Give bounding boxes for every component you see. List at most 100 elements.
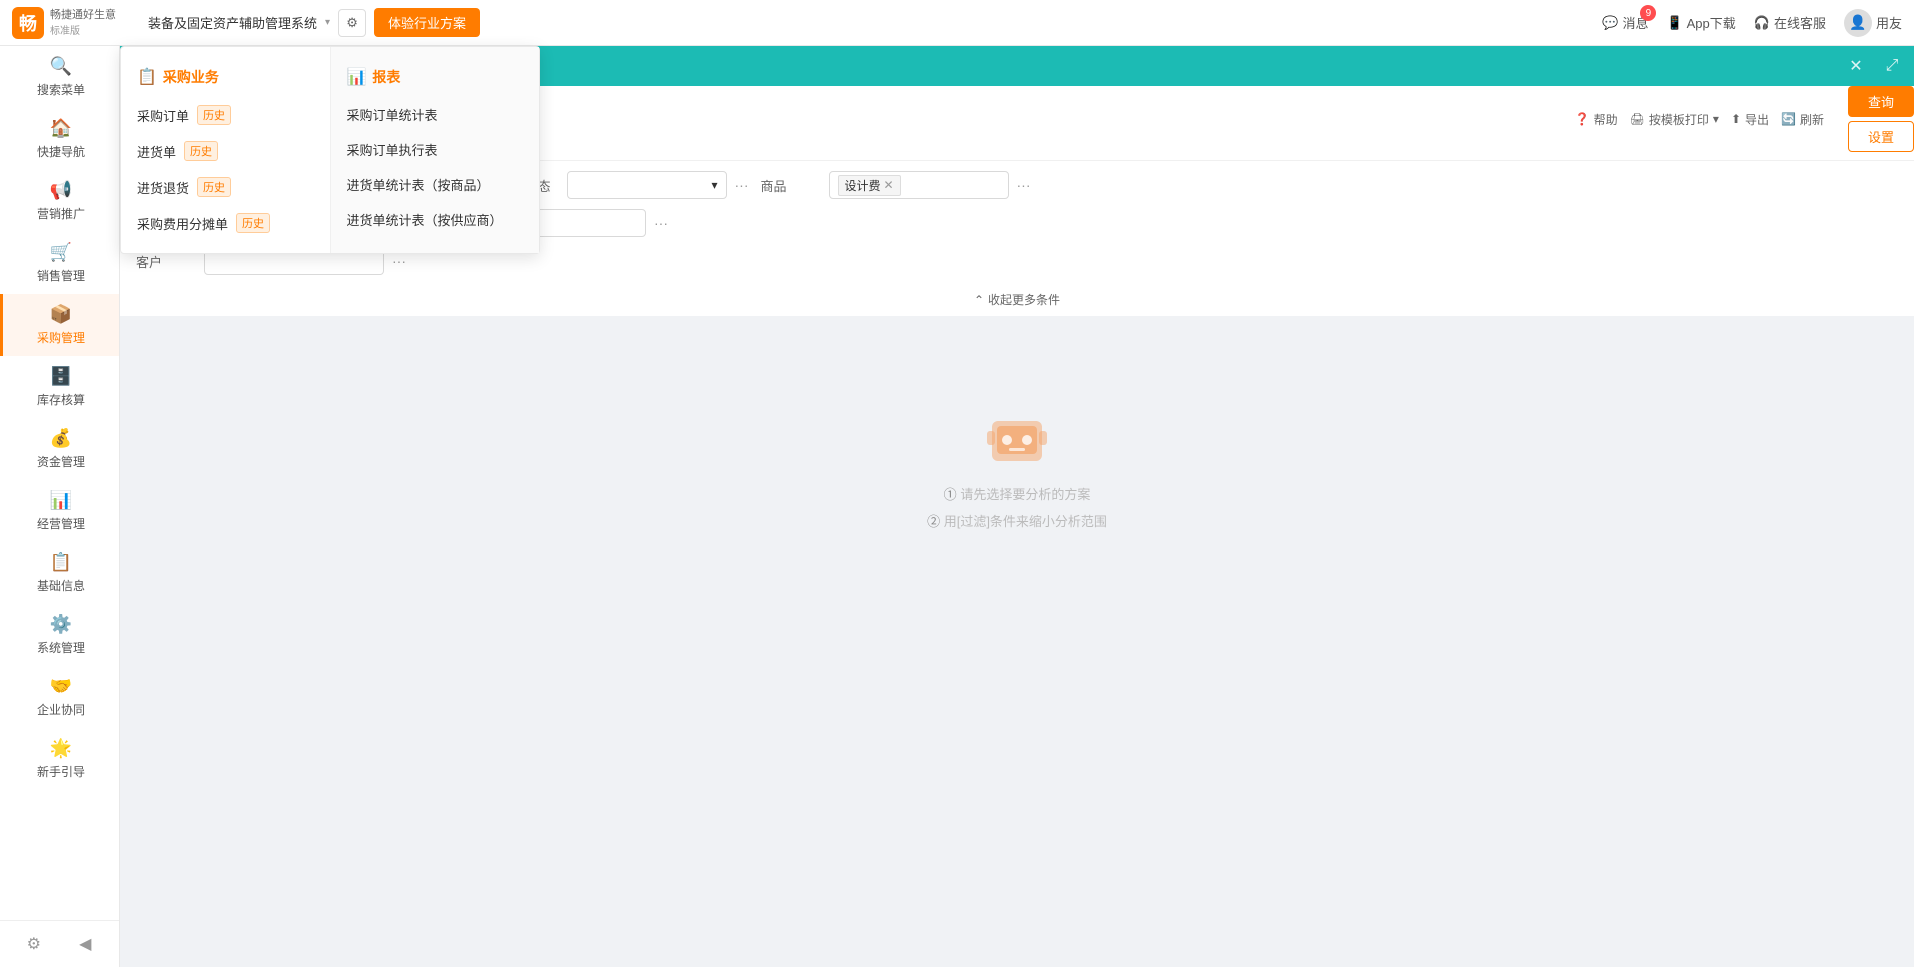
- system-title: 装备及固定资产辅助管理系统: [148, 13, 317, 32]
- marketing-icon: 📢: [50, 180, 72, 201]
- sidebar-label-finance: 资金管理: [37, 453, 85, 470]
- industry-button[interactable]: 体验行业方案: [374, 8, 480, 37]
- menu-item-incoming-stat-supplier[interactable]: 进货单统计表（按供应商）: [331, 202, 540, 237]
- purchase-icon: 📦: [50, 304, 72, 325]
- goods-field: 商品 设计费 ✕ ···: [761, 171, 1031, 199]
- refresh-icon: 🔄: [1781, 112, 1796, 126]
- enterprise-icon: 🤝: [50, 676, 72, 697]
- purchase-business-title: 📋 采购业务: [121, 59, 330, 97]
- sidebar-item-finance[interactable]: 💰 资金管理: [0, 418, 119, 480]
- empty-tip1: ① 请先选择要分析的方案: [944, 484, 1091, 503]
- sidebar-settings-btn[interactable]: ⚙: [19, 929, 49, 959]
- customer-ellipsis[interactable]: ···: [392, 253, 406, 269]
- print-dropdown-icon[interactable]: ▾: [1713, 112, 1719, 126]
- inventory-icon: 🗄️: [50, 366, 72, 387]
- sidebar-label-quick-nav: 快捷导航: [37, 143, 85, 160]
- sidebar-item-operation[interactable]: 📊 经营管理: [0, 480, 119, 542]
- sidebar-label-marketing: 营销推广: [37, 205, 85, 222]
- menu-item-purchase-expense[interactable]: 采购费用分摊单 历史: [121, 205, 330, 241]
- message-badge: 9: [1640, 5, 1656, 21]
- tab-bar-actions: ✕ ⤢: [1842, 52, 1906, 80]
- sidebar-label-operation: 经营管理: [37, 515, 85, 532]
- sidebar-item-purchase[interactable]: 📦 采购管理: [0, 294, 119, 356]
- sidebar-collapse-btn[interactable]: ◀: [70, 929, 100, 959]
- purchase-order-badge: 历史: [197, 105, 231, 125]
- tab-close-window-btn[interactable]: ✕: [1842, 52, 1870, 80]
- settings-button[interactable]: 设置: [1848, 121, 1914, 152]
- refresh-btn[interactable]: 🔄 刷新: [1781, 111, 1824, 128]
- sidebar-item-base-info[interactable]: 📋 基础信息: [0, 542, 119, 604]
- sidebar-item-marketing[interactable]: 📢 营销推广: [0, 170, 119, 232]
- menu-item-incoming[interactable]: 进货单 历史: [121, 133, 330, 169]
- sidebar-item-guide[interactable]: 🌟 新手引导: [0, 728, 119, 790]
- goods-tag: 设计费 ✕: [838, 175, 901, 196]
- sidebar-item-quick-nav[interactable]: 🏠 快捷导航: [0, 108, 119, 170]
- export-label: 导出: [1745, 111, 1769, 128]
- online-service-label: 在线客服: [1774, 13, 1826, 32]
- phone-icon: 📱: [1666, 15, 1682, 31]
- report-title: 📊 报表: [331, 59, 540, 97]
- collapse-button[interactable]: ⌃ 收起更多条件: [974, 291, 1060, 308]
- collapse-up-icon: ⌃: [974, 293, 984, 307]
- user-menu[interactable]: 👤 用友: [1844, 9, 1902, 37]
- logo-sub: 标准版: [50, 22, 116, 37]
- purchase-dropdown-menu: 📋 采购业务 采购订单 历史 进货单 历史 进货退货 历史 采购费用分摊单 历史…: [120, 46, 540, 254]
- guide-icon: 🌟: [50, 738, 72, 759]
- empty-tip2: ② 用[过滤]条件来缩小分析范围: [927, 511, 1107, 530]
- sidebar-item-search[interactable]: 🔍 搜索菜单: [0, 46, 119, 108]
- sidebar-label-guide: 新手引导: [37, 763, 85, 780]
- export-btn[interactable]: ⬆ 导出: [1731, 111, 1769, 128]
- collapse-row: ⌃ 收起更多条件: [136, 291, 1898, 308]
- sidebar-label-search: 搜索菜单: [37, 81, 85, 98]
- salesman-ellipsis[interactable]: ···: [654, 215, 668, 231]
- empty-state: ① 请先选择要分析的方案 ② 用[过滤]条件来缩小分析范围: [120, 316, 1914, 610]
- sidebar-label-purchase: 采购管理: [37, 329, 85, 346]
- doc-status-select[interactable]: ▾: [567, 171, 727, 199]
- sidebar-item-sales[interactable]: 🛒 销售管理: [0, 232, 119, 294]
- menu-item-incoming-stat-goods[interactable]: 进货单统计表（按商品）: [331, 167, 540, 202]
- logo-text: 畅捷通好生意: [50, 8, 116, 22]
- goods-input[interactable]: 设计费 ✕: [829, 171, 1009, 199]
- help-btn[interactable]: ❓ 帮助: [1575, 111, 1618, 128]
- menu-item-purchase-order-stat[interactable]: 采购订单统计表: [331, 97, 540, 132]
- print-btn[interactable]: 🖨 按模板打印 ▾: [1630, 111, 1719, 128]
- goods-tag-remove[interactable]: ✕: [884, 178, 894, 192]
- header-right: 💬 消息 9 📱 App下载 🎧 在线客服 👤 用友: [1602, 9, 1902, 37]
- collapse-label: 收起更多条件: [988, 291, 1060, 308]
- export-icon: ⬆: [1731, 112, 1741, 126]
- purchase-business-icon: 📋: [137, 67, 157, 87]
- message-button[interactable]: 💬 消息 9: [1602, 13, 1648, 32]
- system-dropdown-arrow[interactable]: ▾: [325, 17, 330, 28]
- sidebar-item-inventory[interactable]: 🗄️ 库存核算: [0, 356, 119, 418]
- refresh-label: 刷新: [1800, 111, 1824, 128]
- doc-status-ellipsis[interactable]: ···: [735, 177, 749, 193]
- goods-ellipsis[interactable]: ···: [1017, 177, 1031, 193]
- menu-item-purchase-order[interactable]: 采购订单 历史: [121, 97, 330, 133]
- goods-label: 商品: [761, 176, 821, 195]
- home-icon: 🏠: [50, 118, 72, 139]
- tab-fullscreen-btn[interactable]: ⤢: [1878, 52, 1906, 80]
- sidebar-item-system[interactable]: ⚙️ 系统管理: [0, 604, 119, 666]
- doc-status-dropdown: ▾: [711, 178, 717, 192]
- customer-label: 客户: [136, 252, 196, 271]
- menu-item-purchase-order-exec[interactable]: 采购订单执行表: [331, 132, 540, 167]
- menu-item-incoming-return[interactable]: 进货退货 历史: [121, 169, 330, 205]
- gear-button[interactable]: ⚙: [338, 9, 366, 37]
- help-icon: ❓: [1575, 112, 1590, 126]
- sidebar: 🔍 搜索菜单 🏠 快捷导航 📢 营销推广 🛒 销售管理 📦 采购管理 🗄️ 库存…: [0, 46, 120, 967]
- purchase-business-section: 📋 采购业务 采购订单 历史 进货单 历史 进货退货 历史 采购费用分摊单 历史: [121, 47, 330, 253]
- query-button[interactable]: 查询: [1848, 86, 1914, 117]
- help-label: 帮助: [1594, 111, 1618, 128]
- sidebar-bottom: ⚙ ◀: [0, 920, 119, 967]
- header-mid: 装备及固定资产辅助管理系统 ▾ ⚙ 体验行业方案: [132, 8, 1602, 37]
- operation-icon: 📊: [50, 490, 72, 511]
- online-service-button[interactable]: 🎧 在线客服: [1754, 13, 1826, 32]
- sales-icon: 🛒: [50, 242, 72, 263]
- top-header: 畅 畅捷通好生意 标准版 装备及固定资产辅助管理系统 ▾ ⚙ 体验行业方案 💬 …: [0, 0, 1914, 46]
- message-icon: 💬: [1602, 15, 1618, 31]
- sidebar-label-sales: 销售管理: [37, 267, 85, 284]
- report-section: 📊 报表 采购订单统计表 采购订单执行表 进货单统计表（按商品） 进货单统计表（…: [330, 47, 540, 253]
- sidebar-item-enterprise[interactable]: 🤝 企业协同: [0, 666, 119, 728]
- logo-area: 畅 畅捷通好生意 标准版: [12, 7, 132, 39]
- app-download-button[interactable]: 📱 App下载: [1666, 13, 1735, 32]
